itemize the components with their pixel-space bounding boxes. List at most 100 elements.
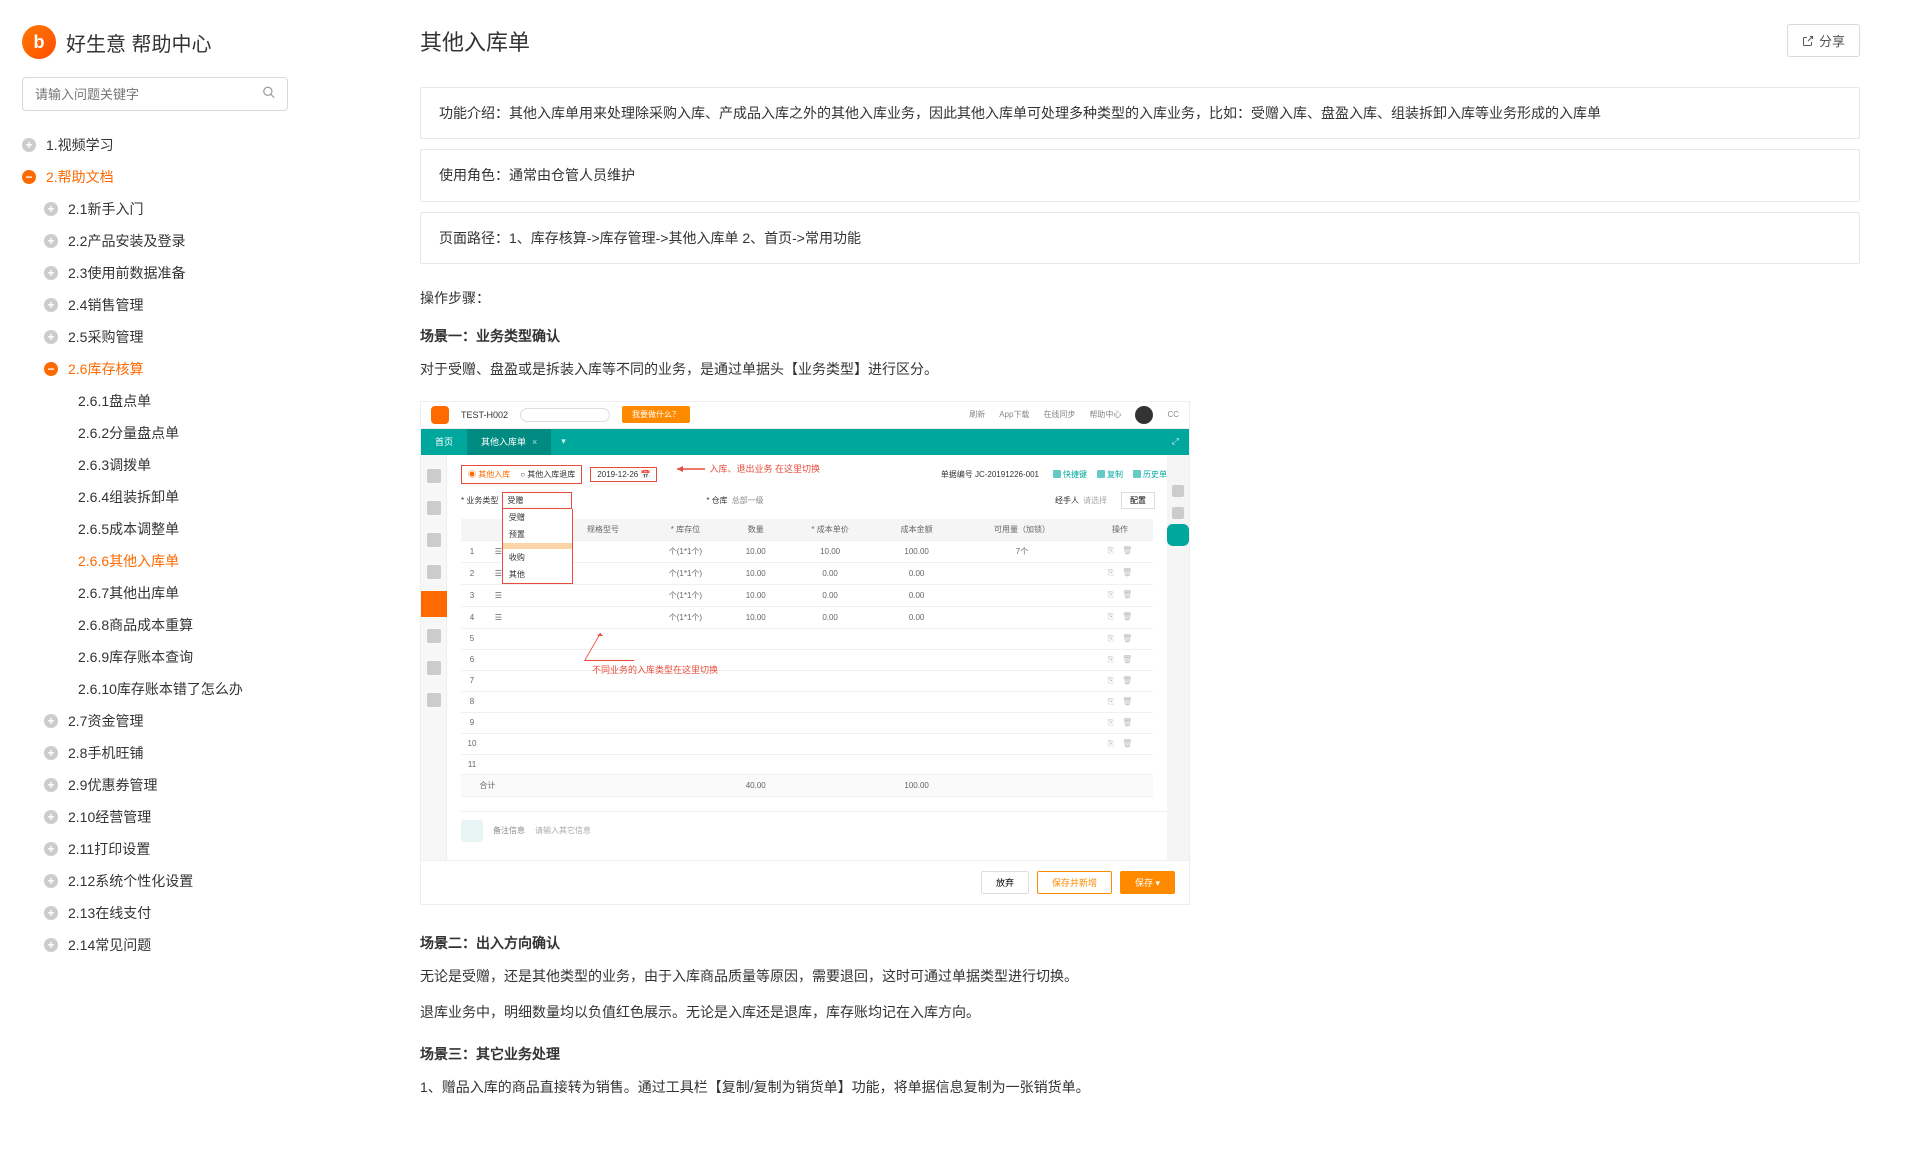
- nav-item-2-12[interactable]: +2.12系统个性化设置: [22, 865, 288, 897]
- delete-icon: 🗑: [1122, 546, 1132, 556]
- nav-label: 2.7资金管理: [68, 711, 143, 731]
- scenario-2-para-1: 无论是受赠，还是其他类型的业务，由于入库商品质量等原因，需要退回，这时可通过单据…: [420, 963, 1860, 990]
- row-actions: ⎘🗑: [1091, 590, 1149, 600]
- nav-label: 2.4销售管理: [68, 295, 143, 315]
- nav-item-2-5[interactable]: +2.5采购管理: [22, 321, 288, 353]
- nav-item-2-11[interactable]: +2.11打印设置: [22, 833, 288, 865]
- nav-label: 2.3使用前数据准备: [68, 263, 185, 283]
- keyboard-icon: [1053, 470, 1061, 478]
- nav-item-2-2[interactable]: +2.2产品安装及登录: [22, 225, 288, 257]
- close-icon: ×: [532, 437, 537, 447]
- nav-item-2-4[interactable]: +2.4销售管理: [22, 289, 288, 321]
- top-app: App下载: [999, 409, 1029, 420]
- plus-icon: +: [44, 906, 58, 920]
- doc-left: ◉ 其他入库 ○ 其他入库退库 2019-12-26 📅 入库、退出业务 在这里…: [461, 465, 657, 484]
- th-unit: * 库存位: [644, 519, 728, 541]
- copy-icon: ⎘: [1108, 590, 1114, 600]
- nav-label: 2.6.6其他入库单: [78, 551, 179, 571]
- share-label: 分享: [1819, 31, 1845, 50]
- dropdown-option: 受赠: [503, 509, 572, 526]
- nav-item-2-6-10[interactable]: 2.6.10库存账本错了怎么办: [22, 673, 288, 705]
- link-copy: 复制: [1097, 469, 1123, 480]
- radio-in-label: 其他入库: [478, 470, 510, 479]
- nav-item-2-6-1[interactable]: 2.6.1盘点单: [22, 385, 288, 417]
- sidebar: b 好生意 帮助中心 +1.视频学习 −2.帮助文档 +2.1新手入门 +2.2…: [0, 0, 300, 1151]
- nav-label: 2.6.10库存账本错了怎么办: [78, 679, 243, 699]
- nav-item-2-6-7[interactable]: 2.6.7其他出库单: [22, 577, 288, 609]
- doc-prefix: 单据编号: [941, 470, 973, 479]
- tab-label: 其他入库单: [481, 435, 526, 448]
- cell-amt: 100.00: [876, 540, 957, 562]
- nav-item-2-6-9[interactable]: 2.6.9库存账本查询: [22, 641, 288, 673]
- row-actions: ⎘🗑: [1091, 718, 1149, 728]
- app-body: ◉ 其他入库 ○ 其他入库退库 2019-12-26 📅 入库、退出业务 在这里…: [421, 455, 1189, 860]
- copy-icon: ⎘: [1108, 697, 1114, 707]
- nav-item-2-6-8[interactable]: 2.6.8商品成本重算: [22, 609, 288, 641]
- nav-label: 2.6.2分量盘点单: [78, 423, 179, 443]
- share-button[interactable]: 分享: [1787, 24, 1860, 57]
- search-box: [22, 77, 288, 111]
- nav-item-2-8[interactable]: +2.8手机旺铺: [22, 737, 288, 769]
- nav-label: 2.6.9库存账本查询: [78, 647, 193, 667]
- history-icon: [1133, 470, 1141, 478]
- tenant-name: TEST-H002: [461, 410, 508, 420]
- table-row: 11: [461, 754, 1153, 774]
- nav-item-2-3[interactable]: +2.3使用前数据准备: [22, 257, 288, 289]
- field-label: * 仓库: [706, 495, 727, 506]
- leftbar-icon: [427, 469, 441, 483]
- copy-icon: ⎘: [1108, 568, 1114, 578]
- nav-item-video[interactable]: +1.视频学习: [22, 129, 288, 161]
- app-search: [520, 408, 610, 422]
- copy-icon: ⎘: [1108, 634, 1114, 644]
- plus-icon: +: [44, 842, 58, 856]
- nav-item-2-6-5[interactable]: 2.6.5成本调整单: [22, 513, 288, 545]
- steps-header: 操作步骤：: [420, 288, 1860, 308]
- field-warehouse: * 仓库 总部一级: [706, 495, 763, 506]
- tab-doc: 其他入库单 ×: [467, 429, 551, 455]
- callout-text: 入库、退出业务 在这里切换: [710, 464, 821, 474]
- brand-logo: b: [22, 25, 56, 59]
- minus-icon: −: [22, 170, 36, 184]
- nav-label: 2.14常见问题: [68, 935, 151, 955]
- nav-item-docs[interactable]: −2.帮助文档: [22, 161, 288, 193]
- delete-icon: 🗑: [1122, 697, 1132, 707]
- leftbar-icon: [427, 565, 441, 579]
- nav-item-2-14[interactable]: +2.14常见问题: [22, 929, 288, 961]
- nav-item-2-10[interactable]: +2.10经营管理: [22, 801, 288, 833]
- copy-icon: ⎘: [1108, 612, 1114, 622]
- doc-header-row: ◉ 其他入库 ○ 其他入库退库 2019-12-26 📅 入库、退出业务 在这里…: [461, 465, 1175, 484]
- nav-item-2-1[interactable]: +2.1新手入门: [22, 193, 288, 225]
- intro-label: 功能介绍：: [439, 105, 509, 121]
- nav-item-2-9[interactable]: +2.9优惠券管理: [22, 769, 288, 801]
- nav-item-2-6-2[interactable]: 2.6.2分量盘点单: [22, 417, 288, 449]
- plus-icon: +: [44, 938, 58, 952]
- search-icon[interactable]: [262, 86, 276, 103]
- nav-label: 2.6.5成本调整单: [78, 519, 179, 539]
- main-content: 其他入库单 分享 功能介绍：其他入库单用来处理除采购入库、产成品入库之外的其他入…: [300, 0, 1920, 1151]
- nav-label: 2.6库存核算: [68, 359, 143, 379]
- nav-item-2-7[interactable]: +2.7资金管理: [22, 705, 288, 737]
- th-price: * 成本单价: [784, 519, 876, 541]
- nav-item-2-6[interactable]: −2.6库存核算: [22, 353, 288, 385]
- scenario-1-title: 场景一：业务类型确认: [420, 326, 1860, 346]
- link-fast: 快捷键: [1053, 469, 1087, 480]
- scenario-2-title: 场景二：出入方向确认: [420, 933, 1860, 953]
- th-action: 操作: [1087, 519, 1153, 541]
- nav-item-2-13[interactable]: +2.13在线支付: [22, 897, 288, 929]
- nav-label: 1.视频学习: [46, 135, 114, 155]
- nav-label: 2.6.1盘点单: [78, 391, 151, 411]
- th-qty: 数量: [727, 519, 784, 541]
- nav-item-2-6-6[interactable]: 2.6.6其他入库单: [22, 545, 288, 577]
- search-input[interactable]: [22, 77, 288, 111]
- nav-item-2-6-3[interactable]: 2.6.3调拨单: [22, 449, 288, 481]
- row-actions: ⎘🗑: [1091, 697, 1149, 707]
- nav-label: 2.5采购管理: [68, 327, 143, 347]
- save-add-button: 保存并新增: [1037, 871, 1112, 894]
- nav-item-2-6-4[interactable]: 2.6.4组装拆卸单: [22, 481, 288, 513]
- leftbar-icon: [427, 693, 441, 707]
- cell-qty: 10.00: [727, 584, 784, 606]
- plus-icon: +: [44, 330, 58, 344]
- copy-icon: ⎘: [1108, 655, 1114, 665]
- scenario-3-title: 场景三：其它业务处理: [420, 1044, 1860, 1064]
- remark-row: 备注信息 请输入其它信息: [461, 811, 1175, 850]
